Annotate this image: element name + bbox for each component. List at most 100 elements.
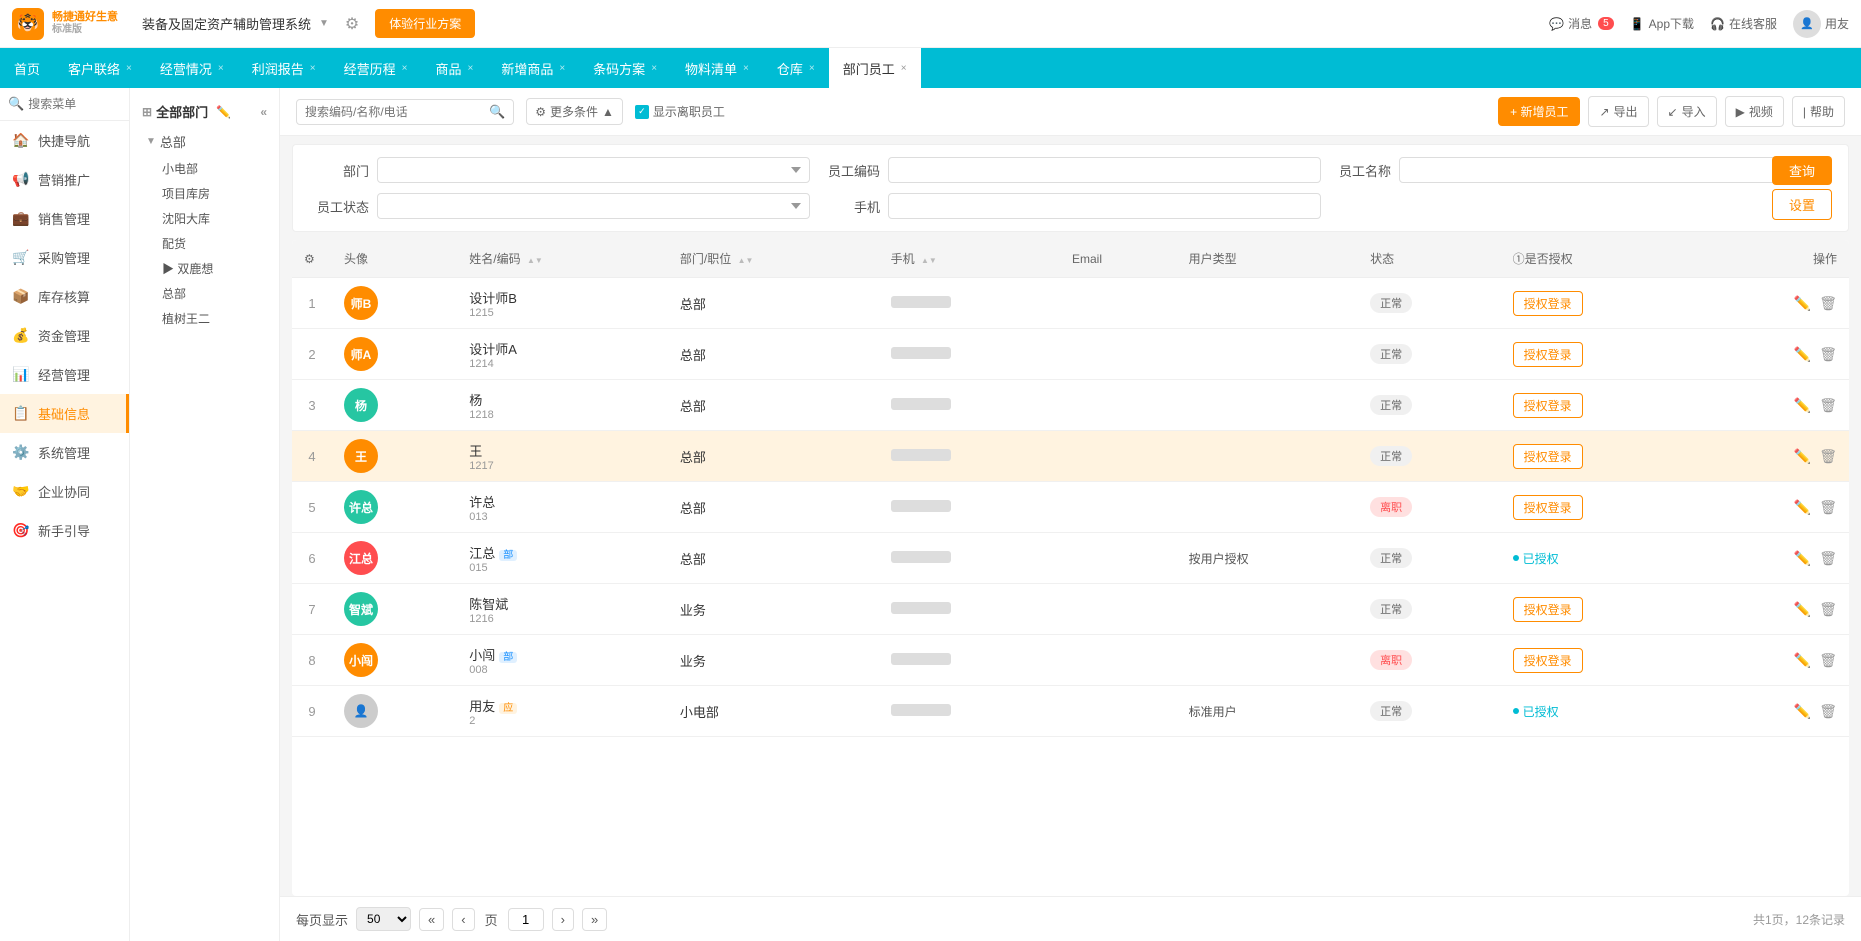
next-page-btn[interactable]: ›: [552, 908, 574, 931]
page-input[interactable]: [508, 908, 544, 931]
sort-name-icon[interactable]: ▲▼: [527, 257, 543, 265]
delete-icon-0[interactable]: 🗑: [1819, 295, 1837, 312]
page-size-select[interactable]: 50 20 100: [356, 907, 411, 931]
auth-btn-7[interactable]: 授权登录: [1513, 648, 1583, 673]
first-page-btn[interactable]: «: [419, 908, 444, 931]
tab-profit[interactable]: 利润报告×: [238, 48, 330, 88]
sidebar-item-quicknav[interactable]: 🏠 快捷导航: [0, 121, 129, 160]
sidebar-item-inventory[interactable]: 📦 库存核算: [0, 277, 129, 316]
dept-collapse-icon[interactable]: «: [260, 105, 267, 119]
more-filter-btn[interactable]: ⚙ 更多条件 ▲: [526, 98, 623, 125]
delete-icon-5[interactable]: 🗑: [1819, 550, 1837, 567]
sidebar-item-operations[interactable]: 📊 经营管理: [0, 355, 129, 394]
guide-icon: 🎯: [12, 522, 30, 540]
prev-page-btn[interactable]: ‹: [452, 908, 474, 931]
dept-item-peihuo[interactable]: 配货: [138, 231, 279, 256]
system-dropdown-arrow[interactable]: ▼: [319, 18, 329, 29]
sort-phone-icon[interactable]: ▲▼: [921, 257, 937, 265]
delete-icon-7[interactable]: 🗑: [1819, 652, 1837, 669]
delete-icon-1[interactable]: 🗑: [1819, 346, 1837, 363]
sidebar-item-basic[interactable]: 📋 基础信息: [0, 394, 129, 433]
filter-status-label: 员工状态: [309, 197, 369, 216]
tab-employees[interactable]: 部门员工×: [829, 48, 921, 88]
sidebar-item-guide[interactable]: 🎯 新手引导: [0, 511, 129, 550]
auth-btn-3[interactable]: 授权登录: [1513, 444, 1583, 469]
dept-item-zhishu[interactable]: 植树王二: [138, 306, 279, 331]
status-badge-4: 离职: [1370, 497, 1412, 517]
dept-edit-icon[interactable]: ✏️: [216, 105, 231, 119]
export-btn[interactable]: ↗ 导出: [1588, 96, 1648, 127]
view-btn[interactable]: ▶ 视频: [1725, 96, 1784, 127]
edit-icon-5[interactable]: ✏️: [1794, 550, 1811, 567]
tab-home[interactable]: 首页: [0, 48, 54, 88]
filter-empname-input[interactable]: [1399, 157, 1832, 183]
edit-icon-4[interactable]: ✏️: [1794, 499, 1811, 516]
tab-add-goods[interactable]: 新增商品×: [487, 48, 579, 88]
edit-icon-1[interactable]: ✏️: [1794, 346, 1811, 363]
edit-icon-7[interactable]: ✏️: [1794, 652, 1811, 669]
delete-icon-4[interactable]: 🗑: [1819, 499, 1837, 516]
experience-btn[interactable]: 体验行业方案: [375, 9, 475, 38]
show-resigned-checkbox[interactable]: ✓: [635, 105, 649, 119]
app-download-btn[interactable]: 📱 App下载: [1630, 15, 1694, 32]
dept-item-shuanglu[interactable]: ▶ 双鹿想: [138, 256, 279, 281]
edit-icon-8[interactable]: ✏️: [1794, 703, 1811, 720]
delete-icon-8[interactable]: 🗑: [1819, 703, 1837, 720]
user-menu[interactable]: 👤 用友: [1793, 10, 1849, 38]
auth-btn-6[interactable]: 授权登录: [1513, 597, 1583, 622]
online-service-btn[interactable]: 🎧 在线客服: [1710, 15, 1777, 32]
edit-icon-3[interactable]: ✏️: [1794, 448, 1811, 465]
sidebar-item-sales[interactable]: 💼 销售管理: [0, 199, 129, 238]
adv-filter-actions: 查询 设置: [1772, 156, 1832, 220]
filter-empcode-input[interactable]: [888, 157, 1321, 183]
sidebar-search-input[interactable]: [28, 97, 130, 111]
reset-btn[interactable]: 设置: [1772, 189, 1832, 220]
col-settings[interactable]: ⚙: [292, 240, 332, 278]
edit-icon-6[interactable]: ✏️: [1794, 601, 1811, 618]
sidebar-item-system[interactable]: ⚙️ 系统管理: [0, 433, 129, 472]
last-page-btn[interactable]: »: [582, 908, 607, 931]
auth-btn-0[interactable]: 授权登录: [1513, 291, 1583, 316]
sidebar-item-purchase[interactable]: 🛒 采购管理: [0, 238, 129, 277]
edit-icon-0[interactable]: ✏️: [1794, 295, 1811, 312]
add-employee-btn[interactable]: + 新增员工: [1498, 97, 1580, 126]
sidebar-item-finance[interactable]: 💰 资金管理: [0, 316, 129, 355]
messages-btn[interactable]: 💬 消息 5: [1549, 15, 1614, 32]
tab-barcode[interactable]: 条码方案×: [579, 48, 671, 88]
help-btn[interactable]: | 帮助: [1792, 96, 1845, 127]
dept-item-zongbu[interactable]: 总部: [138, 281, 279, 306]
tab-goods[interactable]: 商品×: [421, 48, 487, 88]
system-title-text: 装备及固定资产辅助管理系统: [142, 14, 311, 33]
delete-icon-2[interactable]: 🗑: [1819, 397, 1837, 414]
tab-customer[interactable]: 客户联络×: [54, 48, 146, 88]
sort-dept-icon[interactable]: ▲▼: [738, 257, 754, 265]
settings-icon[interactable]: ⚙: [345, 14, 359, 34]
filter-dept-select[interactable]: [377, 157, 810, 183]
sidebar-item-marketing[interactable]: 📢 营销推广: [0, 160, 129, 199]
filter-status-select[interactable]: [377, 193, 810, 219]
delete-icon-3[interactable]: 🗑: [1819, 448, 1837, 465]
edit-icon-2[interactable]: ✏️: [1794, 397, 1811, 414]
sidebar-item-collab[interactable]: 🤝 企业协同: [0, 472, 129, 511]
tab-bom[interactable]: 物料清单×: [671, 48, 763, 88]
dept-tree-title: 全部部门: [156, 102, 208, 121]
search-input[interactable]: [305, 105, 485, 119]
tab-history[interactable]: 经营历程×: [330, 48, 422, 88]
tab-operation[interactable]: 经营情况×: [146, 48, 238, 88]
auth-btn-1[interactable]: 授权登录: [1513, 342, 1583, 367]
auth-btn-2[interactable]: 授权登录: [1513, 393, 1583, 418]
query-btn[interactable]: 查询: [1772, 156, 1832, 185]
import-btn[interactable]: ↙ 导入: [1657, 96, 1717, 127]
auth-dot-5: [1513, 555, 1519, 561]
dept-item-shenyang[interactable]: 沈阳大库: [138, 206, 279, 231]
auth-btn-4[interactable]: 授权登录: [1513, 495, 1583, 520]
page-size-label: 每页显示: [296, 910, 348, 929]
tab-warehouse[interactable]: 仓库×: [763, 48, 829, 88]
dept-node-zongbu-parent[interactable]: ▼ 总部: [130, 127, 279, 156]
cell-email-4: [1060, 482, 1177, 533]
filter-phone-input[interactable]: [888, 193, 1321, 219]
dept-item-xiaodian[interactable]: 小电部: [138, 156, 279, 181]
brand-text: 畅捷通好生意 标准版: [52, 11, 118, 36]
delete-icon-6[interactable]: 🗑: [1819, 601, 1837, 618]
dept-item-xiangmu[interactable]: 项目库房: [138, 181, 279, 206]
